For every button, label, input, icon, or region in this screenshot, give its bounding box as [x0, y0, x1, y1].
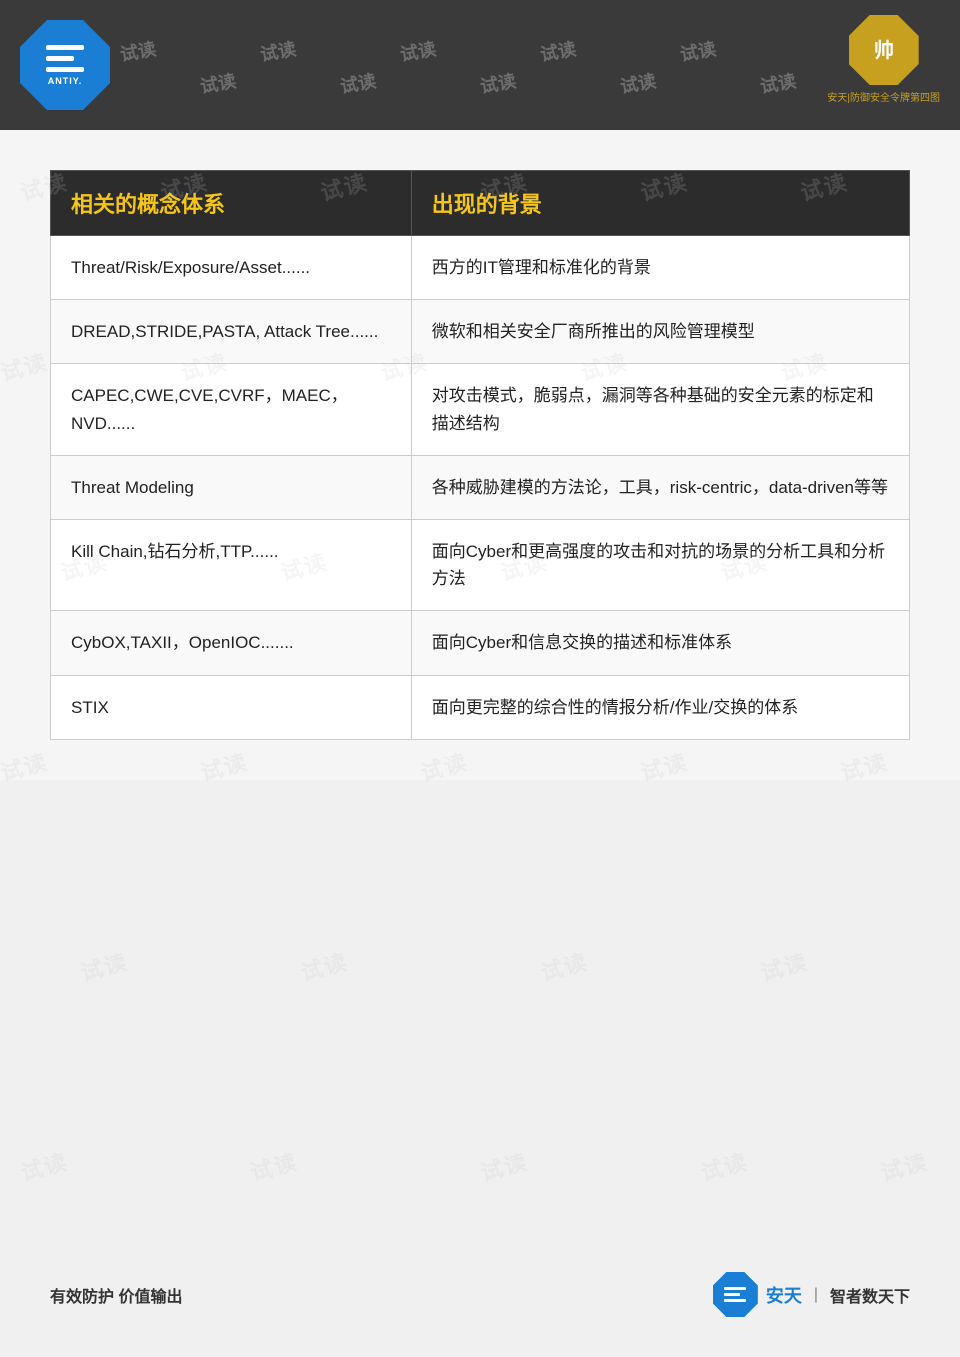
table-row: CAPEC,CWE,CVE,CVRF，MAEC，NVD...... 对攻击模式，… [51, 364, 910, 455]
content-table: 相关的概念体系 出现的背景 Threat/Risk/Exposure/Asset… [50, 170, 910, 740]
footer-brand-text: 安天 [766, 1282, 802, 1308]
header-wm-7: 试读 [338, 67, 378, 99]
footer-logo-lines [724, 1287, 746, 1302]
table-cell-left: STIX [51, 675, 412, 739]
table-cell-left: Kill Chain,钻石分析,TTP...... [51, 519, 412, 610]
footer-logo [713, 1272, 758, 1317]
top-right-logo: 帅 安天|防御安全令牌第四图 [827, 15, 940, 104]
table-row: STIX 面向更完整的综合性的情报分析/作业/交换的体系 [51, 675, 910, 739]
table-cell-left: CAPEC,CWE,CVE,CVRF，MAEC，NVD...... [51, 364, 412, 455]
footer-brand: 安天 | 智者数天下 [713, 1272, 910, 1317]
footer-brand-sub: 智者数天下 [830, 1283, 910, 1307]
table-cell-right: 对攻击模式，脆弱点，漏洞等各种基础的安全元素的标定和描述结构 [411, 364, 909, 455]
watermark-26: 试读 [477, 1144, 532, 1187]
watermark-24: 试读 [17, 1144, 72, 1187]
watermark-20: 试读 [77, 944, 132, 987]
table-row: Kill Chain,钻石分析,TTP...... 面向Cyber和更高强度的攻… [51, 519, 910, 610]
main-content: 相关的概念体系 出现的背景 Threat/Risk/Exposure/Asset… [0, 130, 960, 780]
footer-tagline: 有效防护 价值输出 [50, 1283, 182, 1307]
logo-line-2 [46, 56, 74, 61]
logo: ANTIY. [20, 20, 110, 110]
table-row: Threat/Risk/Exposure/Asset...... 西方的IT管理… [51, 236, 910, 300]
table-row: Threat Modeling 各种威胁建模的方法论，工具，risk-centr… [51, 455, 910, 519]
header: 试读 试读 试读 试读 试读 试读 试读 试读 试读 试读 ANTIY. 帅 安… [0, 0, 960, 130]
table-cell-left: Threat Modeling [51, 455, 412, 519]
footer-logo-line-2 [724, 1293, 740, 1296]
header-wm-8: 试读 [478, 67, 518, 99]
footer: 有效防护 价值输出 安天 | 智者数天下 [0, 1272, 960, 1317]
table-cell-right: 面向Cyber和更高强度的攻击和对抗的场景的分析工具和分析方法 [411, 519, 909, 610]
watermark-28: 试读 [877, 1144, 932, 1187]
top-right-subtitle: 安天|防御安全令牌第四图 [827, 89, 940, 104]
footer-logo-line-3 [724, 1299, 746, 1302]
header-wm-1: 试读 [118, 35, 158, 67]
header-wm-3: 试读 [398, 35, 438, 67]
header-wm-9: 试读 [618, 67, 658, 99]
watermark-22: 试读 [537, 944, 592, 987]
table-row: CybOX,TAXII，OpenIOC....... 面向Cyber和信息交换的… [51, 611, 910, 675]
header-wm-2: 试读 [258, 35, 298, 67]
table-cell-right: 各种威胁建模的方法论，工具，risk-centric，data-driven等等 [411, 455, 909, 519]
table-cell-right: 面向Cyber和信息交换的描述和标准体系 [411, 611, 909, 675]
logo-line-1 [46, 45, 84, 50]
logo-line-3 [46, 67, 84, 72]
table-cell-right: 西方的IT管理和标准化的背景 [411, 236, 909, 300]
footer-logo-line-1 [724, 1287, 746, 1290]
watermark-27: 试读 [697, 1144, 752, 1187]
table-cell-left: Threat/Risk/Exposure/Asset...... [51, 236, 412, 300]
logo-text: ANTIY. [48, 76, 83, 86]
header-wm-10: 试读 [758, 67, 798, 99]
top-right-badge-text: 帅 [864, 29, 904, 71]
header-wm-4: 试读 [538, 35, 578, 67]
header-wm-5: 试读 [678, 35, 718, 67]
table-cell-left: CybOX,TAXII，OpenIOC....... [51, 611, 412, 675]
footer-divider: | [814, 1286, 818, 1304]
table-cell-right: 微软和相关安全厂商所推出的风险管理模型 [411, 300, 909, 364]
watermark-25: 试读 [247, 1144, 302, 1187]
col2-header: 出现的背景 [411, 171, 909, 236]
table-cell-right: 面向更完整的综合性的情报分析/作业/交换的体系 [411, 675, 909, 739]
table-cell-left: DREAD,STRIDE,PASTA, Attack Tree...... [51, 300, 412, 364]
logo-lines [46, 45, 84, 72]
col1-header: 相关的概念体系 [51, 171, 412, 236]
top-right-badge: 帅 [849, 15, 919, 85]
watermark-23: 试读 [757, 944, 812, 987]
table-row: DREAD,STRIDE,PASTA, Attack Tree...... 微软… [51, 300, 910, 364]
svg-text:帅: 帅 [874, 38, 894, 62]
header-watermarks: 试读 试读 试读 试读 试读 试读 试读 试读 试读 试读 [0, 0, 960, 130]
header-wm-6: 试读 [198, 67, 238, 99]
watermark-21: 试读 [297, 944, 352, 987]
